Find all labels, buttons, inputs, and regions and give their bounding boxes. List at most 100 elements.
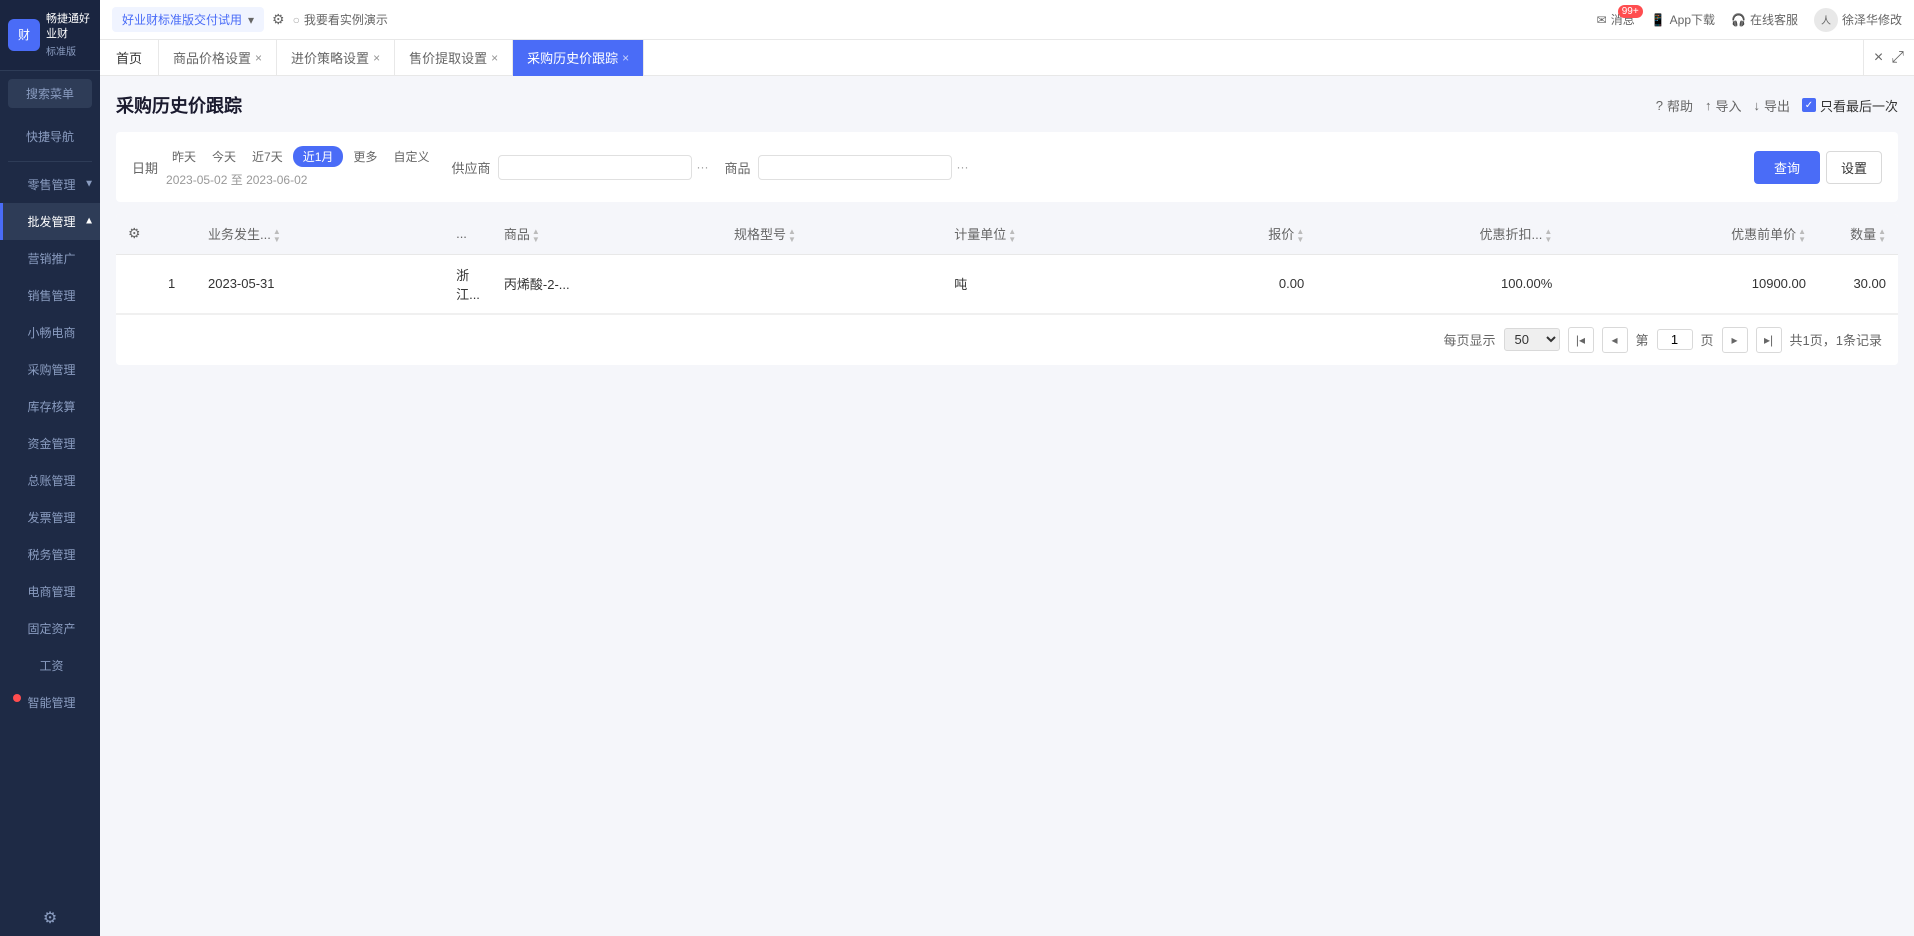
sidebar-item-label: 税务管理 (27, 546, 75, 563)
sidebar-item-inventory[interactable]: 库存核算 (0, 388, 100, 425)
export-button[interactable]: ↓ 导出 (1753, 96, 1790, 115)
supplier-more-btn[interactable]: ··· (696, 160, 708, 174)
tab-product-price[interactable]: 商品价格设置 × (159, 40, 277, 76)
tab-home[interactable]: 首页 (100, 40, 159, 76)
version-selector[interactable]: 好业财标准版交付试用 ▾ (112, 7, 264, 32)
per-page-select[interactable]: 50 100 200 (1504, 328, 1560, 351)
chevron-down-icon: ▼ (84, 179, 94, 190)
td-undiscounted-price: 10900.00 (1564, 254, 1818, 313)
page-input[interactable] (1657, 329, 1693, 350)
app-download-button[interactable]: 📱 App下载 (1651, 11, 1715, 28)
sidebar-item-ledger[interactable]: 总账管理 (0, 462, 100, 499)
td-supplier: 浙江... (444, 254, 492, 313)
th-discount[interactable]: 优惠折扣...▲▼ (1316, 214, 1564, 254)
demo-button[interactable]: ○ 我要看实例演示 (293, 11, 388, 28)
page-next-button[interactable]: ▸ (1722, 327, 1748, 353)
product-filter-label: 商品 (724, 158, 750, 177)
th-unit[interactable]: 计量单位▲▼ (942, 214, 1162, 254)
tab-label: 采购历史价跟踪 (527, 48, 618, 67)
product-more-btn[interactable]: ··· (956, 160, 968, 174)
page-prev-button[interactable]: ◂ (1602, 327, 1628, 353)
date-btn-7days[interactable]: 近7天 (246, 146, 289, 167)
table-header-row: ⚙ 业务发生...▲▼ ... 商品▲▼ 规格型号▲▼ (116, 214, 1898, 254)
sidebar-item-marketing[interactable]: 营销推广 (0, 240, 100, 277)
tab-purchase-strategy[interactable]: 进价策略设置 × (277, 40, 395, 76)
tab-close-icon[interactable]: × (373, 51, 380, 65)
date-btn-more[interactable]: 更多 (347, 146, 383, 167)
td-qty: 30.00 (1818, 254, 1898, 313)
filter-settings-button[interactable]: 设置 (1826, 151, 1882, 184)
sidebar-item-retail[interactable]: 零售管理 ▼ (0, 166, 100, 203)
tab-expand-icon[interactable]: ⤢ (1889, 47, 1906, 69)
sidebar-item-label: 小畅电商 (27, 324, 75, 341)
sort-icon: ▲▼ (1878, 228, 1886, 244)
th-qty[interactable]: 数量▲▼ (1818, 214, 1898, 254)
date-btn-today[interactable]: 今天 (206, 146, 242, 167)
th-undiscounted-price[interactable]: 优惠前单价▲▼ (1564, 214, 1818, 254)
th-product[interactable]: 商品▲▼ (492, 214, 722, 254)
sidebar-item-invoice[interactable]: 发票管理 (0, 499, 100, 536)
data-table-container: ⚙ 业务发生...▲▼ ... 商品▲▼ 规格型号▲▼ (116, 214, 1898, 365)
page-first-button[interactable]: |◂ (1568, 327, 1594, 353)
message-badge: 99+ (1618, 5, 1643, 18)
settings-icon[interactable]: ⚙ (43, 908, 57, 928)
tabbar: 首页 商品价格设置 × 进价策略设置 × 售价提取设置 × 采购历史价跟踪 × … (100, 40, 1914, 76)
sidebar-item-ecom-small[interactable]: 小畅电商 (0, 314, 100, 351)
th-gear[interactable]: ⚙ (116, 214, 156, 254)
filter-product-group: 商品 ··· (724, 155, 968, 180)
export-icon: ↓ (1753, 98, 1760, 113)
supplier-input[interactable] (498, 155, 692, 180)
td-product: 丙烯酸-2-... (492, 254, 722, 313)
online-service-button[interactable]: 🎧 在线客服 (1731, 11, 1798, 28)
help-button[interactable]: ? 帮助 (1656, 96, 1693, 115)
tab-close-icon[interactable]: × (491, 51, 498, 65)
message-icon: ✉ (1597, 13, 1607, 27)
sidebar-item-assets[interactable]: 固定资产 (0, 610, 100, 647)
quick-nav-button[interactable]: 快捷导航 (8, 120, 92, 153)
th-spec[interactable]: 规格型号▲▼ (722, 214, 942, 254)
column-gear-icon[interactable]: ⚙ (128, 225, 141, 241)
sidebar-item-purchase[interactable]: 采购管理 (0, 351, 100, 388)
circle-icon: ○ (293, 13, 300, 27)
date-btn-custom[interactable]: 自定义 (387, 146, 435, 167)
version-label: 好业财标准版交付试用 (122, 11, 242, 28)
td-seq: 1 (156, 254, 196, 313)
online-service-label: 在线客服 (1750, 11, 1798, 28)
sidebar-item-tax[interactable]: 税务管理 (0, 536, 100, 573)
sidebar-item-payroll[interactable]: 工资 (0, 647, 100, 684)
th-more[interactable]: ... (444, 214, 492, 254)
query-button[interactable]: 查询 (1754, 151, 1820, 184)
product-input[interactable] (758, 155, 952, 180)
last-only-checkbox-label[interactable]: ✓ 只看最后一次 (1802, 96, 1898, 115)
th-price[interactable]: 报价▲▼ (1163, 214, 1317, 254)
date-btn-1month[interactable]: 近1月 (293, 146, 344, 167)
page-last-button[interactable]: ▸| (1756, 327, 1782, 353)
page-title: 采购历史价跟踪 (116, 92, 242, 118)
search-menu-button[interactable]: 搜索菜单 (8, 79, 92, 108)
per-page-label: 每页显示 (1443, 330, 1495, 349)
sidebar-item-wholesale[interactable]: 批发管理 ▲ (0, 203, 100, 240)
tab-close-all-icon[interactable]: × (1872, 47, 1885, 69)
data-table: ⚙ 业务发生...▲▼ ... 商品▲▼ 规格型号▲▼ (116, 214, 1898, 314)
tabbar-controls: × ⤢ (1863, 40, 1914, 76)
sidebar-item-label: 总账管理 (27, 472, 75, 489)
sidebar-item-smart[interactable]: 智能管理 (0, 684, 100, 721)
demo-label: 我要看实例演示 (304, 11, 388, 28)
tab-sale-price[interactable]: 售价提取设置 × (395, 40, 513, 76)
sidebar-item-label: 发票管理 (27, 509, 75, 526)
message-button[interactable]: ✉ 消息 99+ (1597, 11, 1635, 28)
sidebar-item-sales[interactable]: 销售管理 (0, 277, 100, 314)
topbar-gear-icon[interactable]: ⚙ (272, 11, 285, 28)
sidebar-item-finance[interactable]: 资金管理 (0, 425, 100, 462)
th-date[interactable]: 业务发生...▲▼ (196, 214, 444, 254)
user-menu-button[interactable]: 人 徐泽华修改 (1814, 8, 1902, 32)
tab-close-icon[interactable]: × (255, 51, 262, 65)
import-button[interactable]: ↑ 导入 (1705, 96, 1742, 115)
last-only-checkbox[interactable]: ✓ (1802, 98, 1816, 112)
tab-purchase-history[interactable]: 采购历史价跟踪 × (513, 40, 644, 76)
sidebar-item-ecommerce[interactable]: 电商管理 (0, 573, 100, 610)
date-btn-yesterday[interactable]: 昨天 (166, 146, 202, 167)
tab-close-icon[interactable]: × (622, 51, 629, 65)
page-label: 第 (1636, 330, 1649, 349)
sidebar-search-area[interactable]: 搜索菜单 (0, 71, 100, 116)
